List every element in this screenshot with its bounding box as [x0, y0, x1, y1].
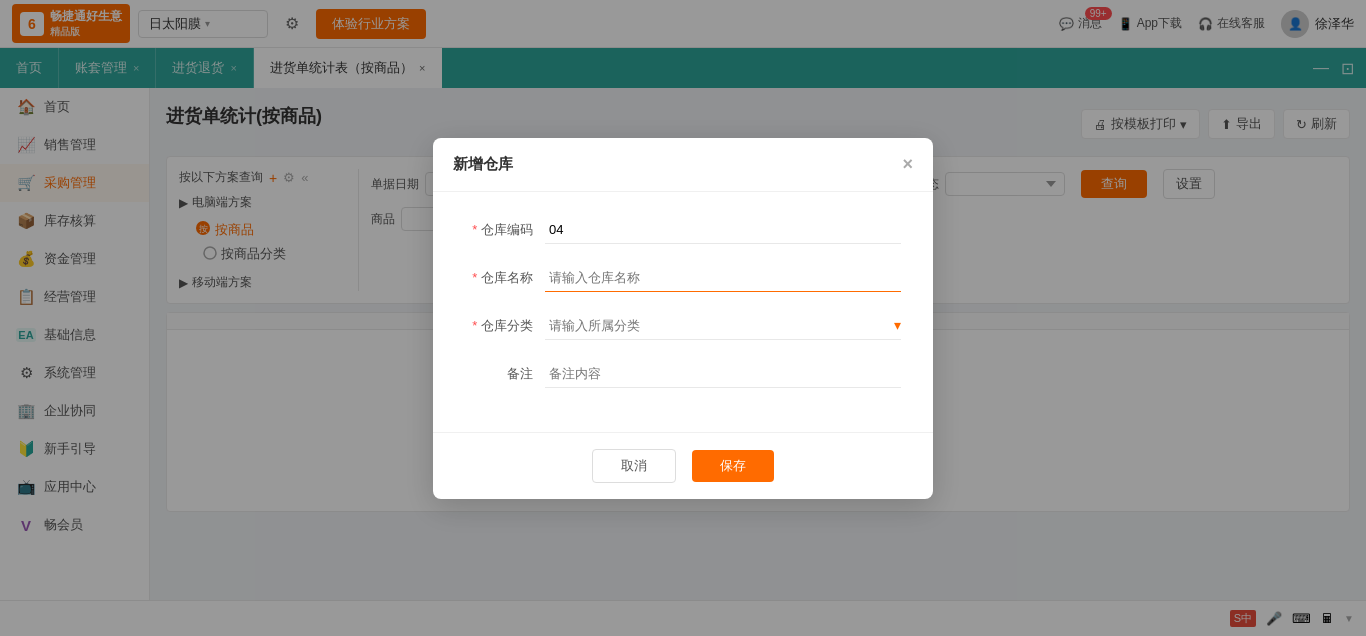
modal-overlay[interactable]: 新增仓库 × * 仓库编码 * 仓库名称: [0, 0, 1366, 636]
warehouse-category-input[interactable]: [545, 312, 894, 339]
warehouse-name-input[interactable]: [545, 264, 901, 292]
modal-close-button[interactable]: ×: [902, 154, 913, 175]
required-star-code: *: [472, 222, 477, 237]
modal-header: 新增仓库 ×: [433, 138, 933, 192]
form-label-name: * 仓库名称: [465, 269, 545, 287]
category-dropdown-arrow[interactable]: ▾: [894, 317, 901, 333]
form-label-code: * 仓库编码: [465, 221, 545, 239]
cancel-button[interactable]: 取消: [592, 449, 676, 483]
warehouse-category-wrapper: ▾: [545, 312, 901, 340]
save-button[interactable]: 保存: [692, 450, 774, 482]
warehouse-code-input[interactable]: [545, 216, 901, 244]
form-label-category: * 仓库分类: [465, 317, 545, 335]
add-warehouse-modal: 新增仓库 × * 仓库编码 * 仓库名称: [433, 138, 933, 499]
form-row-code: * 仓库编码: [465, 216, 901, 244]
form-row-remark: 备注: [465, 360, 901, 388]
form-row-name: * 仓库名称: [465, 264, 901, 292]
modal-footer: 取消 保存: [433, 432, 933, 499]
warehouse-remark-input[interactable]: [545, 360, 901, 388]
form-label-remark: 备注: [465, 365, 545, 383]
required-star-name: *: [472, 270, 477, 285]
modal-title: 新增仓库: [453, 155, 513, 174]
modal-body: * 仓库编码 * 仓库名称 * 仓库分类: [433, 192, 933, 432]
required-star-category: *: [472, 318, 477, 333]
form-row-category: * 仓库分类 ▾: [465, 312, 901, 340]
